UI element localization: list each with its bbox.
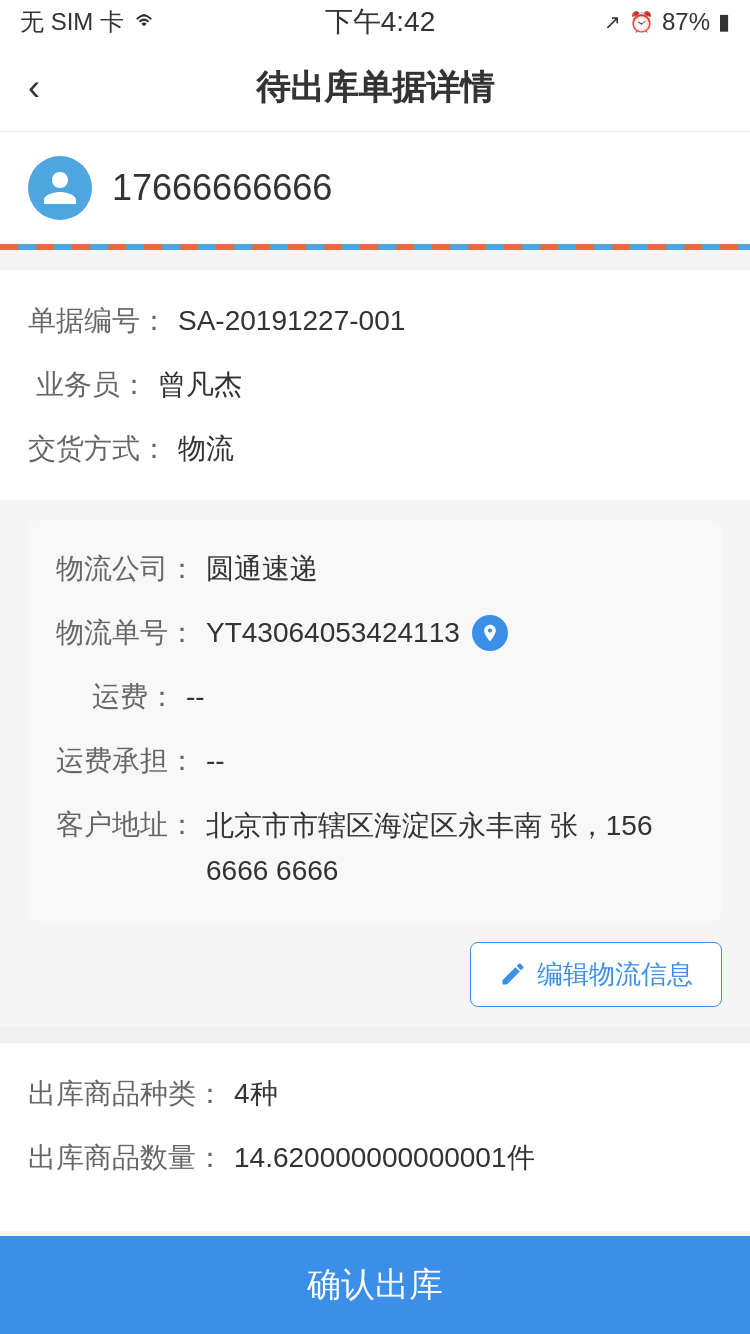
tracking-number-container: YT43064053424113: [206, 612, 694, 654]
logistics-company-value: 圆通速递: [206, 548, 694, 590]
freight-label: 运费：: [56, 676, 186, 718]
goods-quantity-row: 出库商品数量： 14.620000000000001件: [28, 1137, 722, 1179]
delivery-method-value: 物流: [178, 428, 722, 470]
salesman-label: 业务员：: [28, 364, 158, 406]
goods-quantity-label: 出库商品数量：: [28, 1137, 234, 1179]
status-left: 无 SIM 卡: [20, 6, 156, 38]
order-info-section: 单据编号： SA-20191227-001 业务员： 曾凡杰 交货方式： 物流: [0, 270, 750, 500]
dashed-divider: [0, 244, 750, 250]
customer-phone: 17666666666: [112, 167, 332, 209]
salesman-value: 曾凡杰: [158, 364, 722, 406]
confirm-bar[interactable]: 确认出库: [0, 1236, 750, 1334]
confirm-label: 确认出库: [307, 1262, 443, 1308]
logistics-card: 物流公司： 圆通速递 物流单号： YT43064053424113 运费： --…: [28, 520, 722, 922]
wifi-icon: [132, 8, 156, 36]
goods-section: 出库商品种类： 4种 出库商品数量： 14.620000000000001件: [0, 1043, 750, 1231]
edit-icon: [499, 960, 527, 988]
edit-logistics-container: 编辑物流信息: [0, 942, 750, 1027]
customer-section: 17666666666: [0, 132, 750, 244]
nav-bar: ‹ 待出库单据详情: [0, 44, 750, 132]
delivery-method-row: 交货方式： 物流: [28, 428, 722, 470]
tracking-number-row: 物流单号： YT43064053424113: [56, 612, 694, 654]
map-pin-icon: [480, 623, 500, 643]
track-location-button[interactable]: [472, 615, 508, 651]
alarm-icon: ⏰: [629, 10, 654, 34]
battery-icon: ▮: [718, 9, 730, 35]
carrier-text: 无 SIM 卡: [20, 6, 124, 38]
salesman-row: 业务员： 曾凡杰: [28, 364, 722, 406]
edit-logistics-button[interactable]: 编辑物流信息: [470, 942, 722, 1007]
tracking-number-value: YT43064053424113: [206, 612, 460, 654]
status-right: ↗ ⏰ 87% ▮: [604, 8, 730, 36]
goods-quantity-value: 14.620000000000001件: [234, 1137, 722, 1179]
edit-logistics-label: 编辑物流信息: [537, 957, 693, 992]
freight-bearer-value: --: [206, 740, 694, 782]
document-number-label: 单据编号：: [28, 300, 178, 342]
document-number-value: SA-20191227-001: [178, 300, 722, 342]
goods-types-label: 出库商品种类：: [28, 1073, 234, 1115]
freight-row: 运费： --: [56, 676, 694, 718]
avatar: [28, 156, 92, 220]
freight-value: --: [186, 676, 694, 718]
back-button[interactable]: ‹: [28, 67, 40, 109]
delivery-method-label: 交货方式：: [28, 428, 178, 470]
section-divider: [0, 1027, 750, 1043]
goods-types-value: 4种: [234, 1073, 722, 1115]
logistics-company-row: 物流公司： 圆通速递: [56, 548, 694, 590]
status-bar: 无 SIM 卡 下午4:42 ↗ ⏰ 87% ▮: [0, 0, 750, 44]
page-title: 待出库单据详情: [256, 65, 494, 111]
status-time: 下午4:42: [325, 3, 436, 41]
freight-bearer-label: 运费承担：: [56, 740, 206, 782]
tracking-number-label: 物流单号：: [56, 612, 206, 654]
address-row: 客户地址： 北京市市辖区海淀区永丰南 张，156 6666 6666: [56, 804, 694, 894]
user-icon: [40, 168, 80, 208]
address-value: 北京市市辖区海淀区永丰南 张，156 6666 6666: [206, 804, 694, 894]
location-service-icon: ↗: [604, 10, 621, 34]
address-label: 客户地址：: [56, 804, 206, 846]
freight-bearer-row: 运费承担： --: [56, 740, 694, 782]
goods-types-row: 出库商品种类： 4种: [28, 1073, 722, 1115]
document-number-row: 单据编号： SA-20191227-001: [28, 300, 722, 342]
battery-percentage: 87%: [662, 8, 710, 36]
logistics-company-label: 物流公司：: [56, 548, 206, 590]
